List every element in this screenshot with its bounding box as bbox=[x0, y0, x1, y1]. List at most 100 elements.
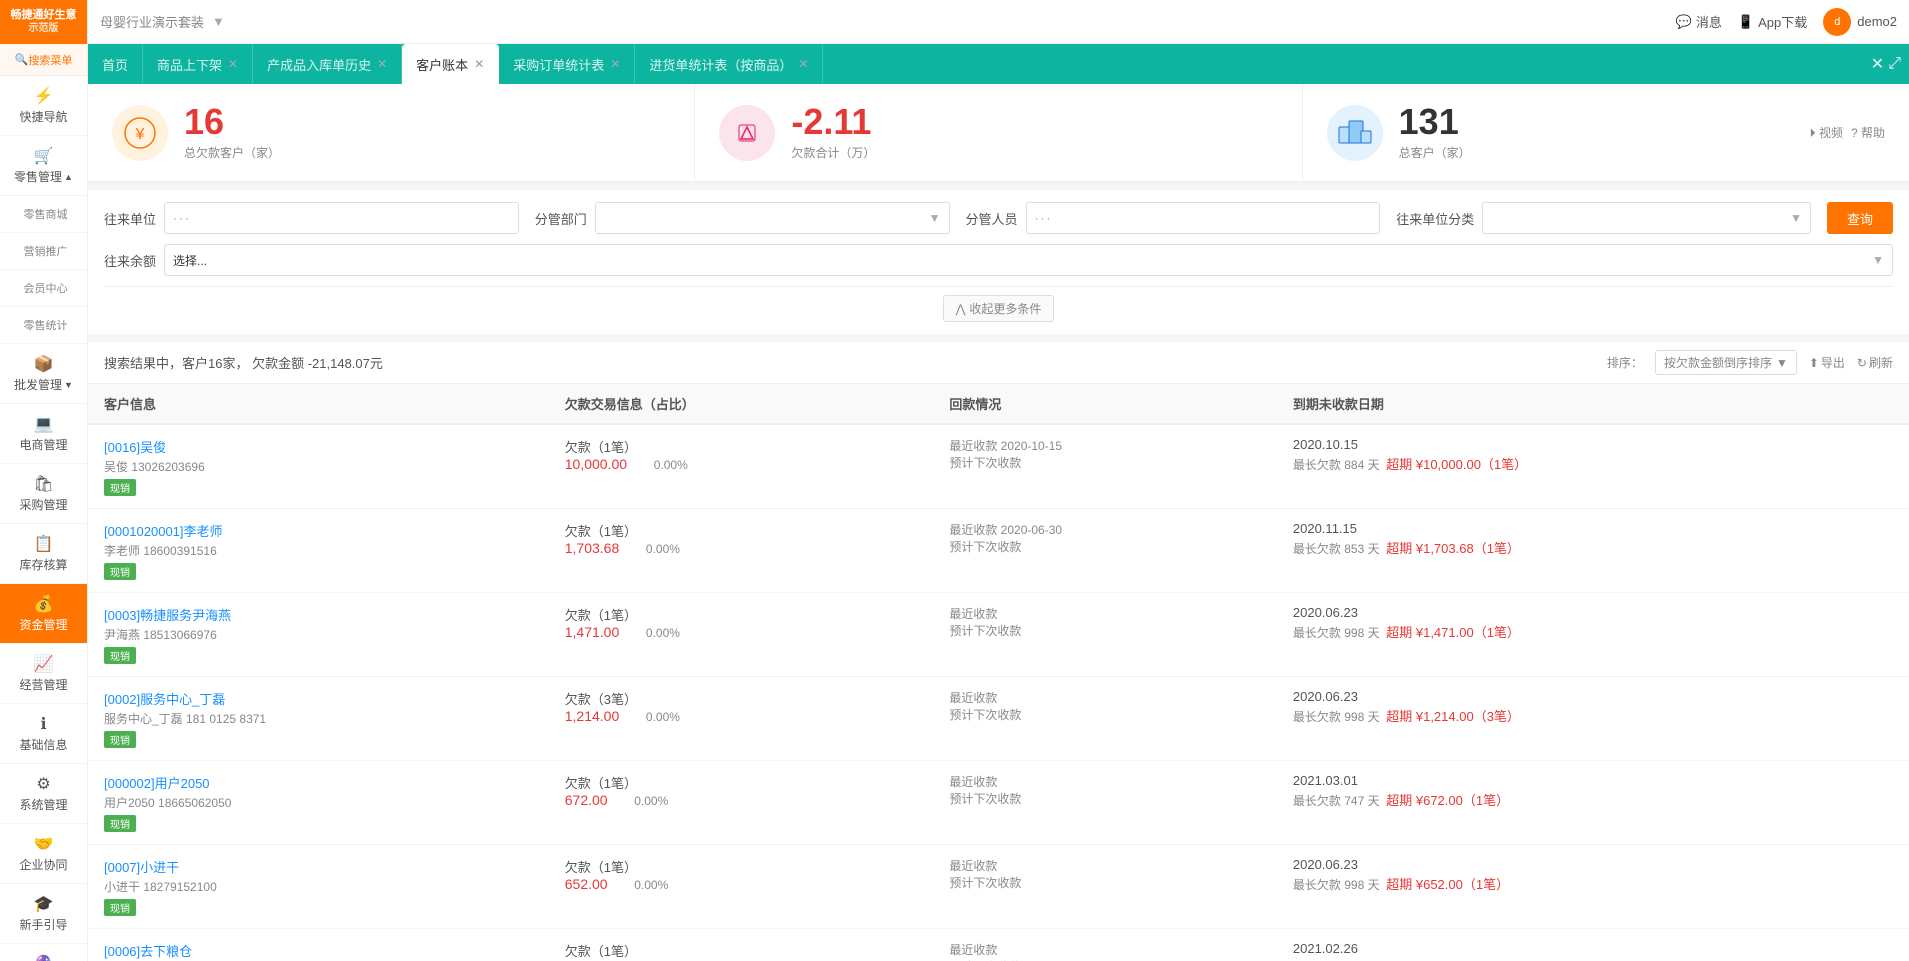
cell-debt-2: 欠款（1笔） 1,471.00 0.00% bbox=[549, 593, 934, 677]
debt-amount-row-5: 652.00 0.00% bbox=[565, 876, 918, 892]
collapse-button[interactable]: ⋀ 收起更多条件 bbox=[943, 295, 1055, 322]
close-purchase-stats[interactable]: ✕ bbox=[610, 57, 620, 71]
sidebar-item-quicknav[interactable]: ⚡ 快捷导航 bbox=[0, 76, 87, 136]
export-button[interactable]: ⬆ 导出 bbox=[1809, 354, 1845, 371]
overdue-amount-link-0[interactable]: 超期 ¥10,000.00（1笔） bbox=[1386, 457, 1527, 472]
filter-row-2: 往来余额 选择... ▼ bbox=[104, 244, 1893, 276]
tab-customer-ledger[interactable]: 客户账本 ✕ bbox=[402, 44, 499, 84]
message-button[interactable]: 💬 消息 bbox=[1676, 12, 1722, 31]
sidebar-item-management[interactable]: 📈 经营管理 bbox=[0, 644, 87, 704]
sidebar-item-collab[interactable]: 🤝 企业协同 bbox=[0, 824, 87, 884]
cell-debt-5: 欠款（1笔） 652.00 0.00% bbox=[549, 845, 934, 929]
customer-sub-4: 用户2050 18665062050 bbox=[104, 794, 533, 811]
customer-name-link-0[interactable]: [0016]吴俊 bbox=[104, 440, 166, 455]
sidebar-item-ecommerce[interactable]: 💻 电商管理 bbox=[0, 404, 87, 464]
industry-selector[interactable]: 母婴行业演示套装 ▼ bbox=[100, 12, 225, 31]
overdue-amount-link-5[interactable]: 超期 ¥652.00（1笔） bbox=[1386, 877, 1509, 892]
app-download-button[interactable]: 📱 App下载 bbox=[1738, 12, 1807, 31]
tab-product-listing[interactable]: 商品上下架 ✕ bbox=[143, 44, 253, 84]
customer-name-link-2[interactable]: [0003]畅捷服务尹海燕 bbox=[104, 608, 231, 623]
cell-collection-1: 最近收款 2020-06-30 预计下次收款 bbox=[933, 509, 1277, 593]
debt-pct-2: 0.00% bbox=[646, 626, 680, 640]
col-header-debt-info: 欠款交易信息（占比） bbox=[549, 384, 934, 424]
maximize-tab[interactable]: ⤢ bbox=[1888, 55, 1901, 73]
filter-group-category: 往来单位分类 ▼ bbox=[1396, 202, 1811, 234]
close-customer-ledger[interactable]: ✕ bbox=[474, 57, 484, 71]
next-collection-4: 预计下次收款 bbox=[949, 790, 1261, 807]
col-header-overdue: 到期未收款日期 bbox=[1277, 384, 1909, 424]
overdue-amount-link-4[interactable]: 超期 ¥672.00（1笔） bbox=[1386, 793, 1509, 808]
table-row: [0007]小进干 小进干 18279152100 现销 欠款（1笔） 652.… bbox=[88, 845, 1909, 929]
avatar: d bbox=[1823, 8, 1851, 36]
customer-name-link-1[interactable]: [0001020001]李老师 bbox=[104, 524, 223, 539]
sidebar-item-inventory[interactable]: 📋 库存核算 bbox=[0, 524, 87, 584]
app-logo: 畅捷通好生意示范版 bbox=[0, 0, 87, 44]
customer-name-link-4[interactable]: [000002]用户2050 bbox=[104, 776, 210, 791]
balance-filter-select[interactable]: 选择... ▼ bbox=[164, 244, 1893, 276]
sidebar-item-wholesale[interactable]: 📦 批发管理 ▼ bbox=[0, 344, 87, 404]
stat-card-overdue-customers: ¥ 16 总欠款客户（家） bbox=[88, 84, 695, 181]
cell-overdue-3: 2020.06.23 最长欠款 998 天 超期 ¥1,214.00（3笔） bbox=[1277, 677, 1909, 761]
overdue-amount-link-3[interactable]: 超期 ¥1,214.00（3笔） bbox=[1386, 709, 1520, 724]
sidebar-item-newbie[interactable]: 🎓 新手引导 bbox=[0, 884, 87, 944]
close-product-listing[interactable]: ✕ bbox=[228, 57, 238, 71]
sidebar-item-retailshop[interactable]: 零售商城 bbox=[0, 196, 87, 233]
sidebar-item-marketing[interactable]: 营销推广 bbox=[0, 233, 87, 270]
overdue-amount-link-2[interactable]: 超期 ¥1,471.00（1笔） bbox=[1386, 625, 1520, 640]
help-button[interactable]: ? 帮助 bbox=[1851, 124, 1885, 141]
dept-filter-select[interactable]: ▼ bbox=[595, 202, 950, 234]
sidebar-item-member[interactable]: 会员中心 bbox=[0, 270, 87, 307]
tab-home[interactable]: 首页 bbox=[88, 44, 143, 84]
stat-help: ⏵ 视频 ? 帮助 bbox=[1810, 124, 1885, 141]
overdue-days-5: 最长欠款 998 天 超期 ¥652.00（1笔） bbox=[1293, 874, 1893, 893]
overdue-date-1: 2020.11.15 bbox=[1293, 521, 1893, 536]
result-summary: 搜索结果中，客户16家 bbox=[104, 356, 235, 371]
customer-name-link-3[interactable]: [0002]服务中心_丁磊 bbox=[104, 692, 225, 707]
result-amount: 欠款金额 -21,148.07元 bbox=[252, 356, 383, 371]
refresh-button[interactable]: ↻ 刷新 bbox=[1857, 354, 1893, 371]
total-customers-label: 总客户（家） bbox=[1399, 144, 1471, 161]
user-profile[interactable]: d demo2 bbox=[1823, 8, 1897, 36]
sidebar-item-retail[interactable]: 🛒 零售管理 ▲ bbox=[0, 136, 87, 196]
customer-name-link-5[interactable]: [0007]小进干 bbox=[104, 860, 179, 875]
chevron-down-icon: ▼ bbox=[212, 14, 225, 29]
person-filter-input[interactable]: ··· bbox=[1026, 202, 1381, 234]
close-all-tabs[interactable]: ✕ bbox=[1871, 54, 1884, 74]
unit-filter-input[interactable]: ··· bbox=[164, 202, 519, 234]
sidebar-item-finance[interactable]: 💰 资金管理 bbox=[0, 584, 87, 644]
sidebar-search[interactable]: 🔍 搜索菜单 bbox=[0, 44, 87, 76]
cell-overdue-4: 2021.03.01 最长欠款 747 天 超期 ¥672.00（1笔） bbox=[1277, 761, 1909, 845]
customer-name-link-6[interactable]: [0006]去下粮仓 bbox=[104, 944, 192, 959]
customer-sub-3: 服务中心_丁磊 181 0125 8371 bbox=[104, 710, 533, 727]
close-stock-history[interactable]: ✕ bbox=[377, 57, 387, 71]
overdue-date-5: 2020.06.23 bbox=[1293, 857, 1893, 872]
close-inbound-stats[interactable]: ✕ bbox=[798, 57, 808, 71]
cell-customer-3: [0002]服务中心_丁磊 服务中心_丁磊 181 0125 8371 现销 bbox=[88, 677, 549, 761]
latest-collection-2: 最近收款 bbox=[949, 605, 1261, 622]
debt-pct-0: 0.00% bbox=[654, 458, 688, 472]
search-button[interactable]: 查询 bbox=[1827, 202, 1893, 234]
collab-icon: 🤝 bbox=[34, 834, 54, 854]
debt-pct-3: 0.00% bbox=[646, 710, 680, 724]
sidebar-item-basicinfo[interactable]: ℹ 基础信息 bbox=[0, 704, 87, 764]
sidebar-item-system[interactable]: ⚙ 系统管理 bbox=[0, 764, 87, 824]
filter-group-dept: 分管部门 ▼ bbox=[535, 202, 950, 234]
sidebar-item-retailstat[interactable]: 零售统计 bbox=[0, 307, 87, 344]
tab-inbound-stats[interactable]: 进货单统计表（按商品） ✕ bbox=[635, 44, 823, 84]
sort-select[interactable]: 按欠款金额倒序排序 ▼ bbox=[1655, 350, 1797, 375]
sidebar-item-purchase[interactable]: 🛍 采购管理 bbox=[0, 464, 87, 524]
customer-sub-0: 吴俊 13026203696 bbox=[104, 458, 533, 475]
message-icon: 💬 bbox=[1676, 14, 1692, 30]
overdue-date-4: 2021.03.01 bbox=[1293, 773, 1893, 788]
tab-stock-history[interactable]: 产成品入库单历史 ✕ bbox=[253, 44, 402, 84]
overdue-amount-link-1[interactable]: 超期 ¥1,703.68（1笔） bbox=[1386, 541, 1520, 556]
username-label: demo2 bbox=[1857, 14, 1897, 29]
customer-tag-3: 现销 bbox=[104, 731, 136, 748]
customer-sub-5: 小进干 18279152100 bbox=[104, 878, 533, 895]
category-filter-select[interactable]: ▼ bbox=[1482, 202, 1811, 234]
sort-label: 排序： bbox=[1607, 354, 1643, 371]
tab-purchase-stats[interactable]: 采购订单统计表 ✕ bbox=[499, 44, 635, 84]
latest-collection-4: 最近收款 bbox=[949, 773, 1261, 790]
video-button[interactable]: ⏵ 视频 bbox=[1810, 124, 1843, 141]
sidebar-item-appcenter[interactable]: 🔮 应用中心 bbox=[0, 944, 87, 961]
